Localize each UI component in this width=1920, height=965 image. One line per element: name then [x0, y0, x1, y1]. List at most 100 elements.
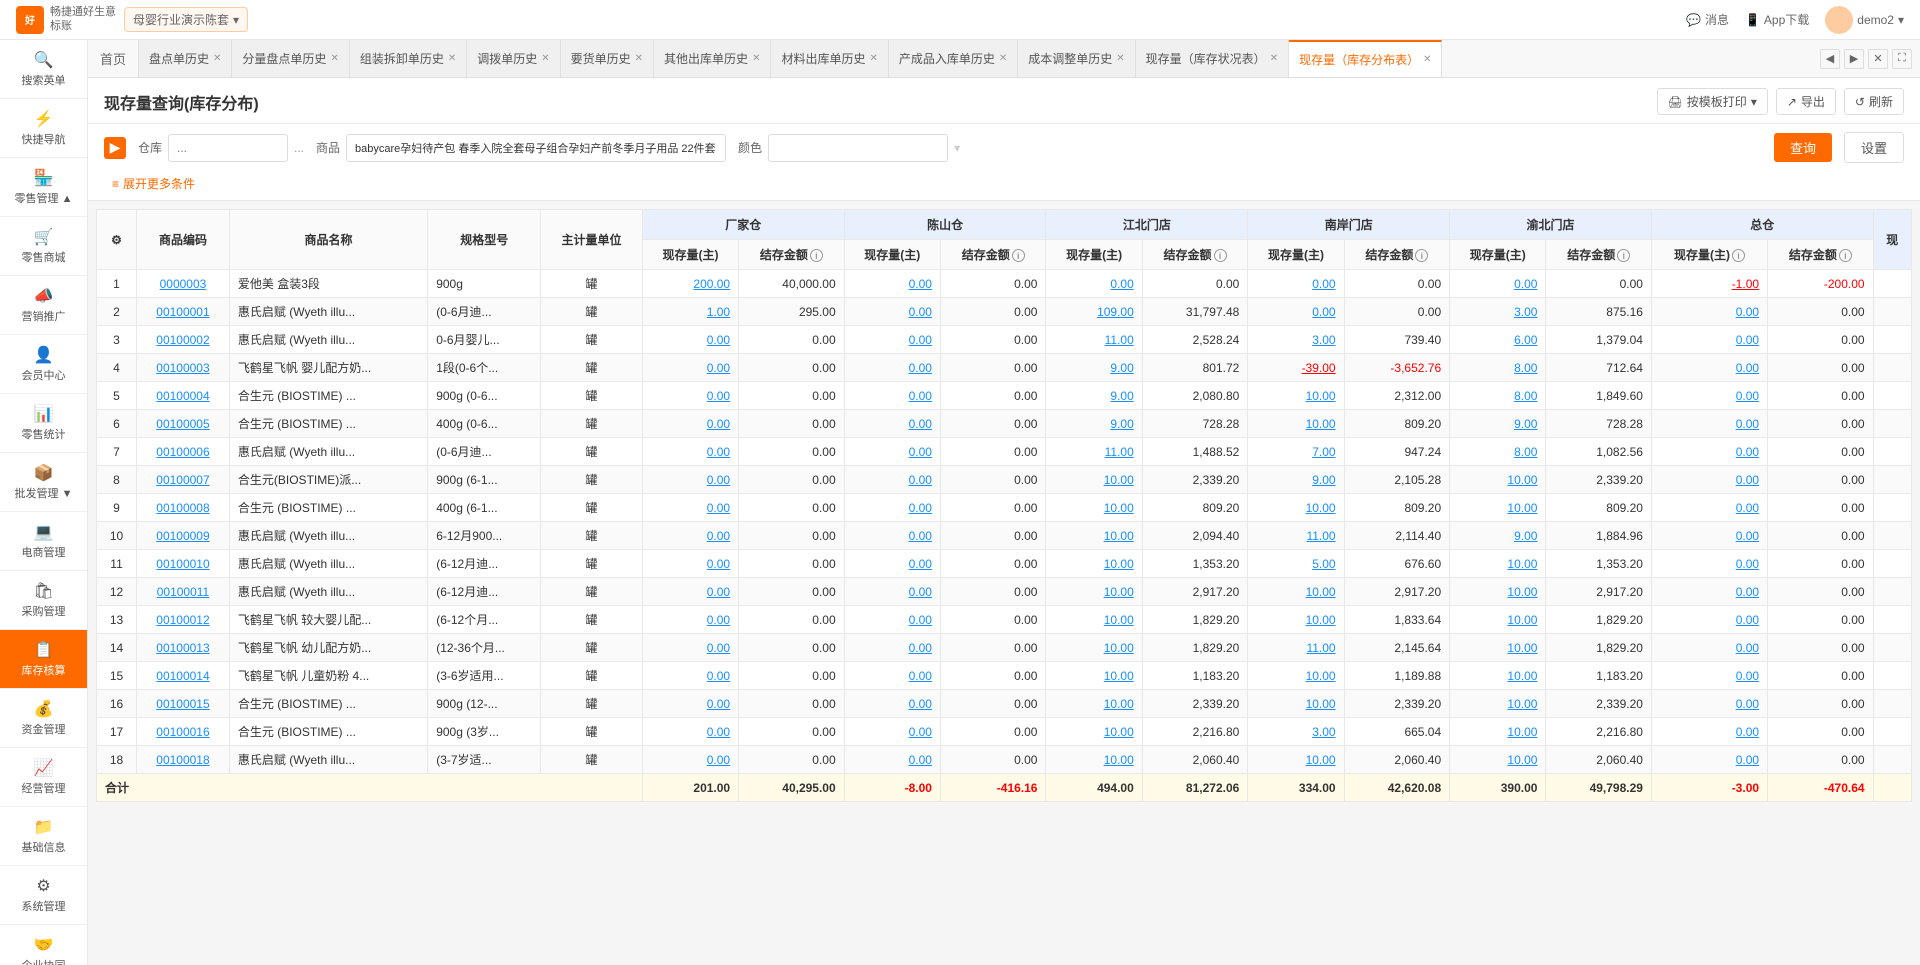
message-btn[interactable]: 💬 消息 [1686, 11, 1729, 28]
cell-yubei-amt: 1,379.04 [1546, 326, 1652, 354]
tab-close-icon[interactable]: ✕ [869, 53, 877, 64]
cell-yubei-amt: 1,829.20 [1546, 634, 1652, 662]
tab-4[interactable]: 要货单历史✕ [561, 40, 654, 77]
tabs-scroll: 盘点单历史✕ 分量盘点单历史✕ 组装拆卸单历史✕ 调拨单历史✕ 要货单历史✕ 其… [139, 40, 1812, 77]
tab-2[interactable]: 组装拆卸单历史✕ [350, 40, 467, 77]
sidebar-item-ecommerce[interactable]: 💻 电商管理 [0, 512, 87, 571]
color-input[interactable] [768, 134, 948, 162]
org-dropdown[interactable]: 母婴行业演示陈套 ▾ [124, 7, 248, 32]
app-download-btn[interactable]: 📱 App下载 [1745, 11, 1809, 28]
table-footer-row: 合计 201.00 40,295.00 -8.00 -416.16 494.00… [97, 774, 1912, 802]
cell-yubei-amt: 809.20 [1546, 494, 1652, 522]
cell-chenshan-amt: 0.00 [940, 438, 1046, 466]
cell-jiangbei-amt: 2,339.20 [1142, 466, 1248, 494]
cell-total-amt: 0.00 [1768, 690, 1874, 718]
cell-name: 惠氏启赋 (Wyeth illu... [229, 326, 427, 354]
tab-home[interactable]: 首页 [88, 40, 139, 77]
sidebar-item-wholesale[interactable]: 📦 批发管理 ▼ [0, 453, 87, 512]
tab-3[interactable]: 调拨单历史✕ [467, 40, 560, 77]
goods-input[interactable] [346, 134, 726, 162]
tab-fullscreen-btn[interactable]: ⛶ [1892, 49, 1912, 69]
cell-nanan-amt: 2,312.00 [1344, 382, 1450, 410]
sidebar-item-inventory[interactable]: 📋 库存核算 [0, 630, 87, 689]
tab-close-icon[interactable]: ✕ [752, 53, 760, 64]
sidebar-item-search[interactable]: 🔍 搜索英单 [0, 40, 87, 99]
cell-name: 惠氏启赋 (Wyeth illu... [229, 298, 427, 326]
tab-9[interactable]: 现存量（库存状况表）✕ [1136, 40, 1289, 77]
refresh-btn[interactable]: ↺ 刷新 [1844, 88, 1904, 115]
sidebar-item-operations[interactable]: 📈 经营管理 [0, 748, 87, 807]
sidebar-item-basic[interactable]: 📁 基础信息 [0, 807, 87, 866]
export-btn[interactable]: ↗ 导出 [1776, 88, 1836, 115]
sidebar-item-purchase[interactable]: 🛍 采购管理 [0, 571, 87, 630]
print-btn[interactable]: 🖨 按模板打印 ▾ [1657, 88, 1768, 115]
tab-0[interactable]: 盘点单历史✕ [139, 40, 232, 77]
warehouse-input[interactable] [168, 134, 288, 162]
sidebar-item-system[interactable]: ⚙ 系统管理 [0, 866, 87, 925]
cell-spec: (6-12月迪... [428, 550, 541, 578]
expand-conditions-bar: ≡ 展开更多条件 [88, 171, 1920, 201]
tab-8[interactable]: 成本调整单历史✕ [1018, 40, 1135, 77]
sidebar-item-finance[interactable]: 💰 资金管理 [0, 689, 87, 748]
cell-factory-qty: 0.00 [642, 410, 738, 438]
tab-close-btn[interactable]: ✕ [1868, 49, 1888, 69]
sidebar-item-retail[interactable]: 🏪 零售管理 ▲ [0, 158, 87, 217]
cell-nanan-qty: 11.00 [1248, 522, 1344, 550]
sidebar-item-member[interactable]: 👤 会员中心 [0, 335, 87, 394]
cell-total-amt: 0.00 [1768, 326, 1874, 354]
settings-icon[interactable]: ⚙ [111, 233, 122, 247]
tab-5[interactable]: 其他出库单历史✕ [654, 40, 771, 77]
info-icon: i [810, 249, 823, 262]
cell-current [1873, 438, 1911, 466]
cell-factory-amt: 40,000.00 [739, 270, 845, 298]
tab-7[interactable]: 产成品入库单历史✕ [889, 40, 1018, 77]
tab-close-icon[interactable]: ✕ [635, 53, 643, 64]
tab-close-icon[interactable]: ✕ [1116, 53, 1124, 64]
cell-nanan-qty: 10.00 [1248, 690, 1344, 718]
cell-chenshan-qty: 0.00 [844, 410, 940, 438]
sidebar-item-stats[interactable]: 📊 零售统计 [0, 394, 87, 453]
sidebar-item-retail-shop[interactable]: 🛒 零售商城 [0, 217, 87, 276]
sidebar-item-marketing[interactable]: 📣 营销推广 [0, 276, 87, 335]
cell-factory-amt: 0.00 [739, 634, 845, 662]
th-jiangbei-amt: 结存金额i [1142, 240, 1248, 270]
user-profile[interactable]: demo2 ▾ [1825, 6, 1904, 34]
tab-close-icon[interactable]: ✕ [213, 53, 221, 64]
tab-close-icon[interactable]: ✕ [1270, 53, 1278, 64]
sidebar-item-nav[interactable]: ⚡ 快捷导航 [0, 99, 87, 158]
search-expand-btn[interactable]: ▶ [104, 137, 126, 159]
th-chenshan-qty: 现存量(主) [844, 240, 940, 270]
tab-close-icon[interactable]: ✕ [1423, 54, 1431, 65]
tab-close-icon[interactable]: ✕ [541, 53, 549, 64]
cell-unit: 罐 [541, 466, 643, 494]
footer-factory-qty: 201.00 [642, 774, 738, 802]
tab-close-icon[interactable]: ✕ [330, 53, 338, 64]
cell-code: 00100001 [137, 298, 230, 326]
cell-factory-amt: 0.00 [739, 438, 845, 466]
cell-name: 飞鹤星飞帆 较大婴儿配... [229, 606, 427, 634]
cell-spec: (0-6月迪... [428, 438, 541, 466]
info-icon: i [1012, 249, 1025, 262]
cell-jiangbei-amt: 1,829.20 [1142, 606, 1248, 634]
cell-yubei-amt: 1,829.20 [1546, 606, 1652, 634]
cell-factory-qty: 0.00 [642, 382, 738, 410]
tab-10[interactable]: 现存量（库存分布表）✕ [1289, 40, 1442, 77]
expand-conditions-btn[interactable]: ≡ 展开更多条件 [112, 175, 1904, 192]
setting-btn[interactable]: 设置 [1844, 132, 1904, 163]
cell-current [1873, 606, 1911, 634]
tab-close-icon[interactable]: ✕ [999, 53, 1007, 64]
tab-prev-btn[interactable]: ◀ [1820, 49, 1840, 69]
cell-unit: 罐 [541, 606, 643, 634]
tab-close-icon[interactable]: ✕ [448, 53, 456, 64]
th-nanan-amt: 结存金额i [1344, 240, 1450, 270]
tab-next-btn[interactable]: ▶ [1844, 49, 1864, 69]
cell-yubei-qty: 8.00 [1450, 438, 1546, 466]
tab-1[interactable]: 分量盘点单历史✕ [232, 40, 349, 77]
table-row: 800100007合生元(BIOSTIME)派...900g (6-1...罐0… [97, 466, 1912, 494]
cell-factory-amt: 0.00 [739, 326, 845, 354]
sidebar-item-corp[interactable]: 🤝 企业协同 [0, 925, 87, 965]
tab-6[interactable]: 材料出库单历史✕ [771, 40, 888, 77]
cell-jiangbei-qty: 10.00 [1046, 718, 1142, 746]
query-btn[interactable]: 查询 [1774, 133, 1832, 162]
table-scroll[interactable]: ⚙ 商品编码 商品名称 规格型号 主计量单位 厂家仓 陈山仓 江北门店 南岸门店… [96, 209, 1912, 802]
